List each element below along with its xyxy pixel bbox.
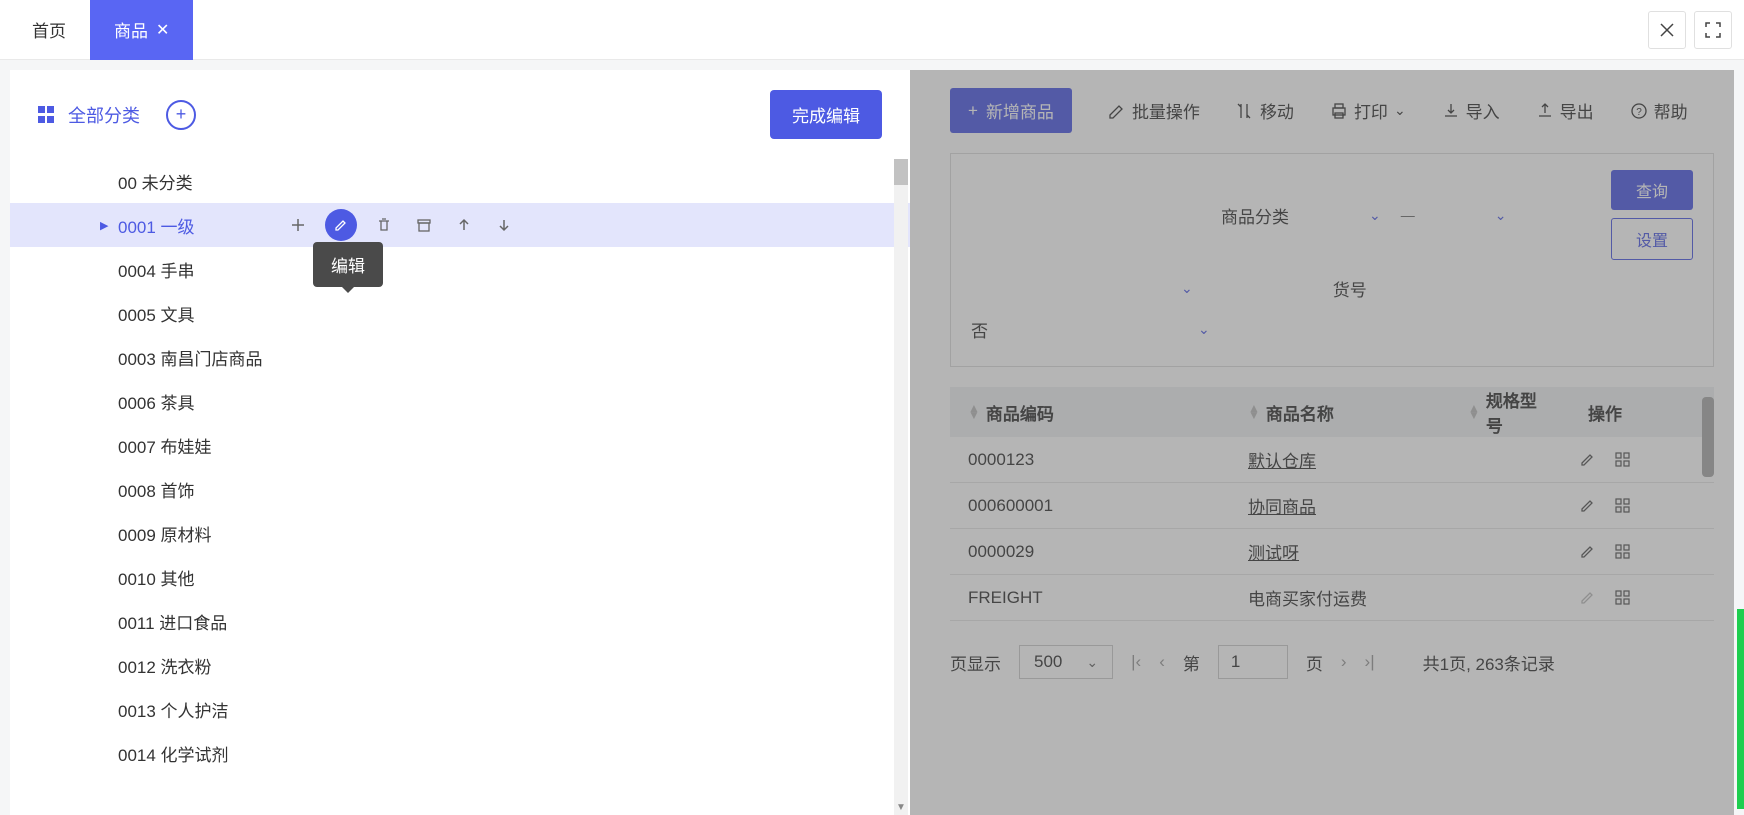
top-tab-bar: 首页 商品 ✕ — [0, 0, 1744, 60]
close-all-button[interactable] — [1648, 11, 1686, 49]
tree-item-label: 00 未分类 — [118, 169, 193, 194]
tree-item[interactable]: 0009 原材料 — [10, 511, 910, 555]
tree-scrollbar[interactable]: ▼ — [894, 159, 908, 815]
tree-item[interactable]: 0003 南昌门店商品 — [10, 335, 910, 379]
tree-item-label: 0003 南昌门店商品 — [118, 345, 263, 370]
tree-item-label: 0014 化学试剂 — [118, 741, 229, 766]
tree-item[interactable]: 0007 布娃娃 — [10, 423, 910, 467]
tree-item[interactable]: 0014 化学试剂 — [10, 731, 910, 775]
tab-product-label: 商品 — [114, 17, 148, 42]
edit-tooltip: 编辑 — [313, 242, 383, 287]
grid-icon — [38, 106, 56, 124]
tree-item[interactable]: 0013 个人护洁 — [10, 687, 910, 731]
plus-icon: + — [176, 104, 187, 125]
move-up-button[interactable] — [451, 212, 477, 238]
tree-item-label: 0009 原材料 — [118, 521, 212, 546]
tree-item-label: 0001 一级 — [118, 213, 195, 238]
tree-item-label: 0006 茶具 — [118, 389, 195, 414]
category-tree: 编辑 00 未分类 ▶ 0001 一级 0004 手串 0005 文具 0003 南昌门店… — [10, 159, 910, 815]
tab-home[interactable]: 首页 — [8, 0, 90, 60]
tree-item[interactable]: 0004 手串 — [10, 247, 910, 291]
fullscreen-button[interactable] — [1694, 11, 1732, 49]
tree-item-label: 0012 洗衣粉 — [118, 653, 212, 678]
tree-item[interactable]: 0005 文具 — [10, 291, 910, 335]
tab-product[interactable]: 商品 ✕ — [90, 0, 193, 60]
delete-button[interactable] — [371, 212, 397, 238]
tree-item-label: 0007 布娃娃 — [118, 433, 212, 458]
tree-item[interactable]: 0006 茶具 — [10, 379, 910, 423]
tree-item[interactable]: 0008 首饰 — [10, 467, 910, 511]
tree-item-label: 0005 文具 — [118, 301, 195, 326]
tree-item[interactable]: 0010 其他 — [10, 555, 910, 599]
caret-icon[interactable]: ▶ — [100, 219, 108, 232]
move-down-button[interactable] — [491, 212, 517, 238]
tree-item[interactable]: 0011 进口食品 — [10, 599, 910, 643]
tree-item-label: 0010 其他 — [118, 565, 195, 590]
tree-item[interactable]: ▶ 0001 一级 — [10, 203, 910, 247]
archive-button[interactable] — [411, 212, 437, 238]
edit-button[interactable] — [325, 209, 357, 241]
tree-item[interactable]: 00 未分类 — [10, 159, 910, 203]
green-side-indicator — [1737, 609, 1744, 809]
done-edit-button[interactable]: 完成编辑 — [770, 90, 882, 139]
fullscreen-icon — [1705, 22, 1721, 38]
tree-item-label: 0008 首饰 — [118, 477, 195, 502]
add-child-button[interactable] — [285, 212, 311, 238]
tree-item-label: 0013 个人护洁 — [118, 697, 229, 722]
scroll-thumb[interactable] — [894, 159, 908, 185]
tree-item[interactable]: 0012 洗衣粉 — [10, 643, 910, 687]
tree-item-label: 0011 进口食品 — [118, 609, 227, 634]
category-root-link[interactable]: 全部分类 — [68, 102, 140, 128]
add-category-button[interactable]: + — [166, 100, 196, 130]
close-icon[interactable]: ✕ — [156, 20, 169, 40]
category-edit-panel: 全部分类 + 完成编辑 编辑 00 未分类 ▶ 0001 一级 0004 手串 0005… — [10, 70, 910, 815]
scroll-down-icon[interactable]: ▼ — [894, 802, 908, 813]
close-icon — [1659, 22, 1675, 38]
tree-item-label: 0004 手串 — [118, 257, 195, 282]
